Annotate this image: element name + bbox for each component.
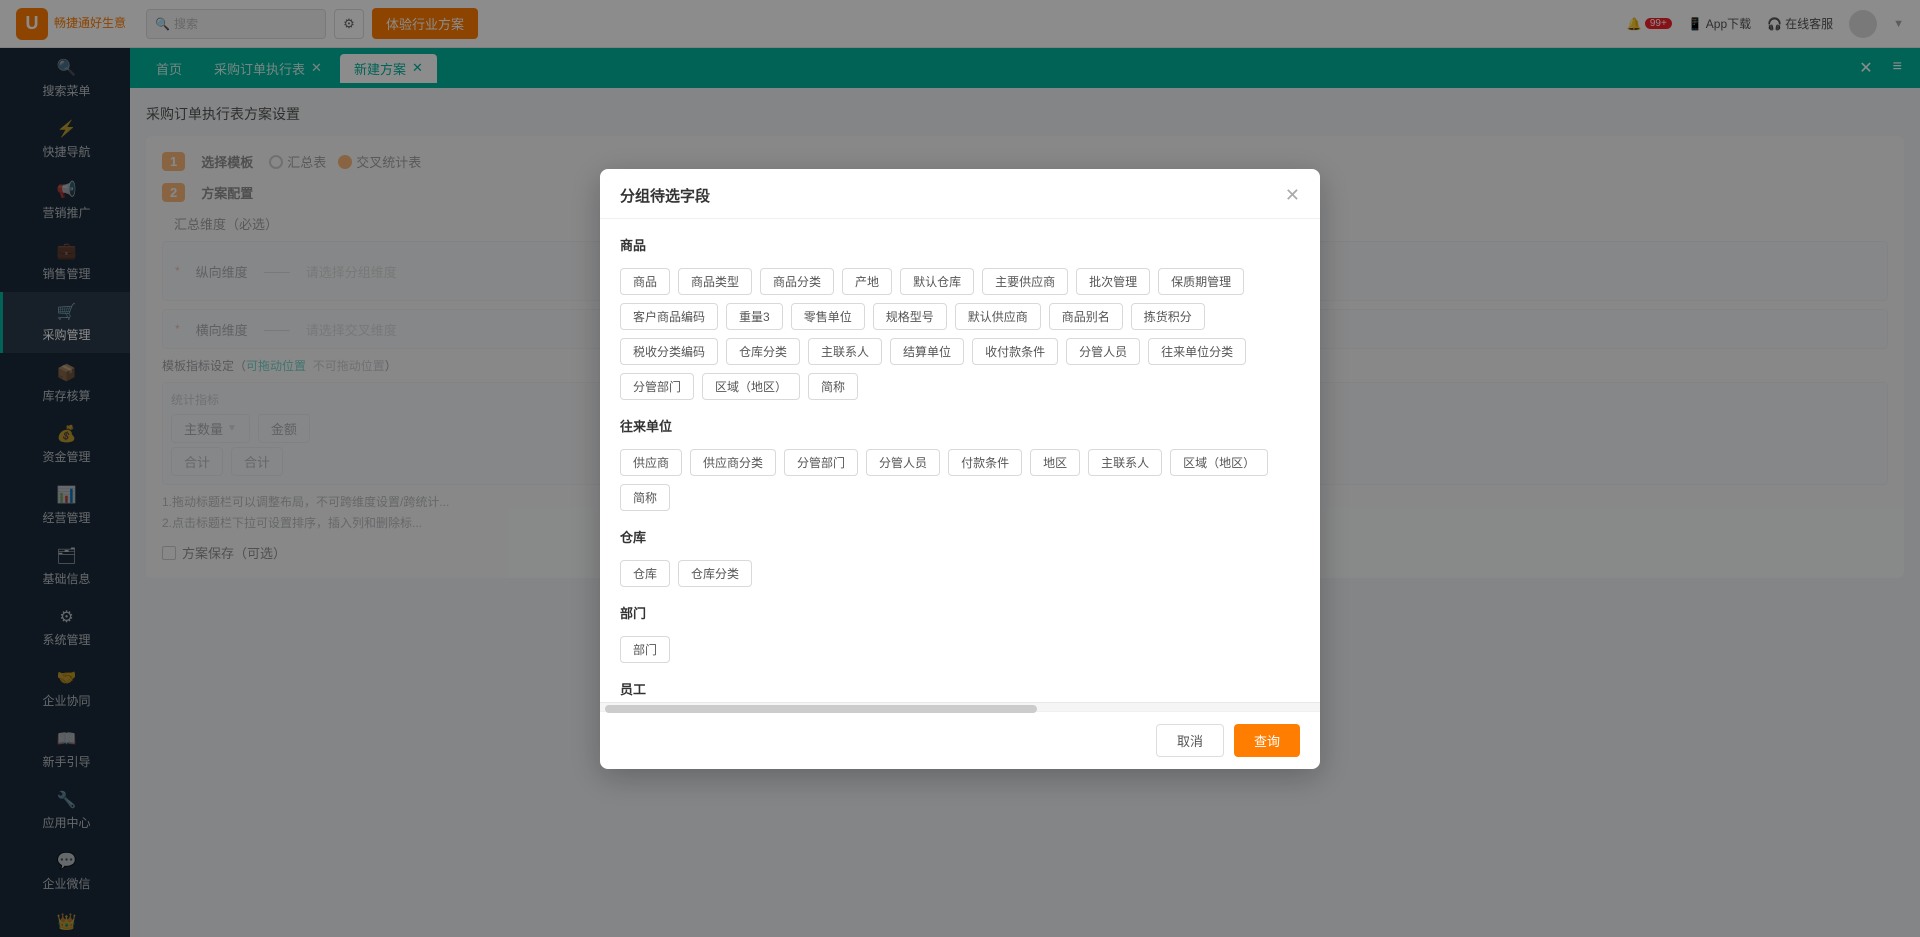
tag-tax-code[interactable]: 税收分类编码 (620, 338, 718, 365)
tag-partner-short[interactable]: 简称 (620, 484, 670, 511)
section-goods-title: 商品 (620, 235, 1300, 258)
tag-main-contact[interactable]: 主联系人 (808, 338, 882, 365)
tag-settlement-unit[interactable]: 结算单位 (890, 338, 964, 365)
tag-payment-terms[interactable]: 收付款条件 (972, 338, 1058, 365)
section-warehouse-title: 仓库 (620, 527, 1300, 550)
modal-title: 分组待选字段 (620, 185, 710, 206)
modal-overlay: 分组待选字段 ✕ 商品 商品 商品类型 商品分类 产地 默认仓库 主要供应商 批… (0, 0, 1920, 937)
tag-spec-model[interactable]: 规格型号 (873, 303, 947, 330)
section-warehouse-tags: 仓库 仓库分类 (620, 560, 1300, 587)
tag-main-supplier[interactable]: 主要供应商 (982, 268, 1068, 295)
section-warehouse: 仓库 仓库 仓库分类 (620, 527, 1300, 587)
tag-payment-condition[interactable]: 付款条件 (948, 449, 1022, 476)
tag-supplier-category[interactable]: 供应商分类 (690, 449, 776, 476)
tag-pick-points[interactable]: 拣货积分 (1131, 303, 1205, 330)
section-department-title: 部门 (620, 603, 1300, 626)
tag-weight3[interactable]: 重量3 (726, 303, 783, 330)
tag-department[interactable]: 部门 (620, 636, 670, 663)
tag-batch-mgmt[interactable]: 批次管理 (1076, 268, 1150, 295)
tag-partner-dept[interactable]: 分管部门 (784, 449, 858, 476)
modal-body: 商品 商品 商品类型 商品分类 产地 默认仓库 主要供应商 批次管理 保质期管理… (600, 219, 1320, 702)
modal-footer: 取消 查询 (600, 711, 1320, 769)
section-goods-tags: 商品 商品类型 商品分类 产地 默认仓库 主要供应商 批次管理 保质期管理 客户… (620, 268, 1300, 400)
tag-partner-supervisor[interactable]: 分管人员 (866, 449, 940, 476)
tag-partner-contact[interactable]: 主联系人 (1088, 449, 1162, 476)
section-employee: 员工 业务员 (620, 679, 1300, 702)
tag-warehouse-category[interactable]: 仓库分类 (726, 338, 800, 365)
modal-hscroll-thumb (605, 705, 1037, 713)
cancel-button[interactable]: 取消 (1156, 724, 1224, 757)
tag-supervisor[interactable]: 分管人员 (1066, 338, 1140, 365)
tag-origin[interactable]: 产地 (842, 268, 892, 295)
section-goods: 商品 商品 商品类型 商品分类 产地 默认仓库 主要供应商 批次管理 保质期管理… (620, 235, 1300, 400)
tag-default-supplier[interactable]: 默认供应商 (955, 303, 1041, 330)
tag-goods-category[interactable]: 商品分类 (760, 268, 834, 295)
modal-hscrollbar[interactable] (600, 702, 1320, 711)
tag-goods[interactable]: 商品 (620, 268, 670, 295)
tag-retail-unit[interactable]: 零售单位 (791, 303, 865, 330)
tag-supplier[interactable]: 供应商 (620, 449, 682, 476)
modal-close-button[interactable]: ✕ (1285, 186, 1300, 204)
tag-default-warehouse[interactable]: 默认仓库 (900, 268, 974, 295)
section-employee-title: 员工 (620, 679, 1300, 702)
tag-short-name-goods[interactable]: 简称 (808, 373, 858, 400)
modal-header: 分组待选字段 ✕ (600, 169, 1320, 219)
tag-customer-sku[interactable]: 客户商品编码 (620, 303, 718, 330)
tag-partner-region[interactable]: 区域（地区） (1170, 449, 1268, 476)
section-department: 部门 部门 (620, 603, 1300, 663)
tag-warehouse-cat[interactable]: 仓库分类 (678, 560, 752, 587)
section-partner-tags: 供应商 供应商分类 分管部门 分管人员 付款条件 地区 主联系人 区域（地区） … (620, 449, 1300, 511)
tag-region-goods[interactable]: 区域（地区） (702, 373, 800, 400)
confirm-button[interactable]: 查询 (1234, 724, 1300, 757)
section-partner: 往来单位 供应商 供应商分类 分管部门 分管人员 付款条件 地区 主联系人 区域… (620, 416, 1300, 511)
tag-partner-category[interactable]: 往来单位分类 (1148, 338, 1246, 365)
tag-warehouse[interactable]: 仓库 (620, 560, 670, 587)
tag-goods-type[interactable]: 商品类型 (678, 268, 752, 295)
tag-area[interactable]: 地区 (1030, 449, 1080, 476)
section-department-tags: 部门 (620, 636, 1300, 663)
tag-goods-alias[interactable]: 商品别名 (1049, 303, 1123, 330)
section-partner-title: 往来单位 (620, 416, 1300, 439)
tag-shelf-life[interactable]: 保质期管理 (1158, 268, 1244, 295)
modal-dialog: 分组待选字段 ✕ 商品 商品 商品类型 商品分类 产地 默认仓库 主要供应商 批… (600, 169, 1320, 769)
tag-dept[interactable]: 分管部门 (620, 373, 694, 400)
